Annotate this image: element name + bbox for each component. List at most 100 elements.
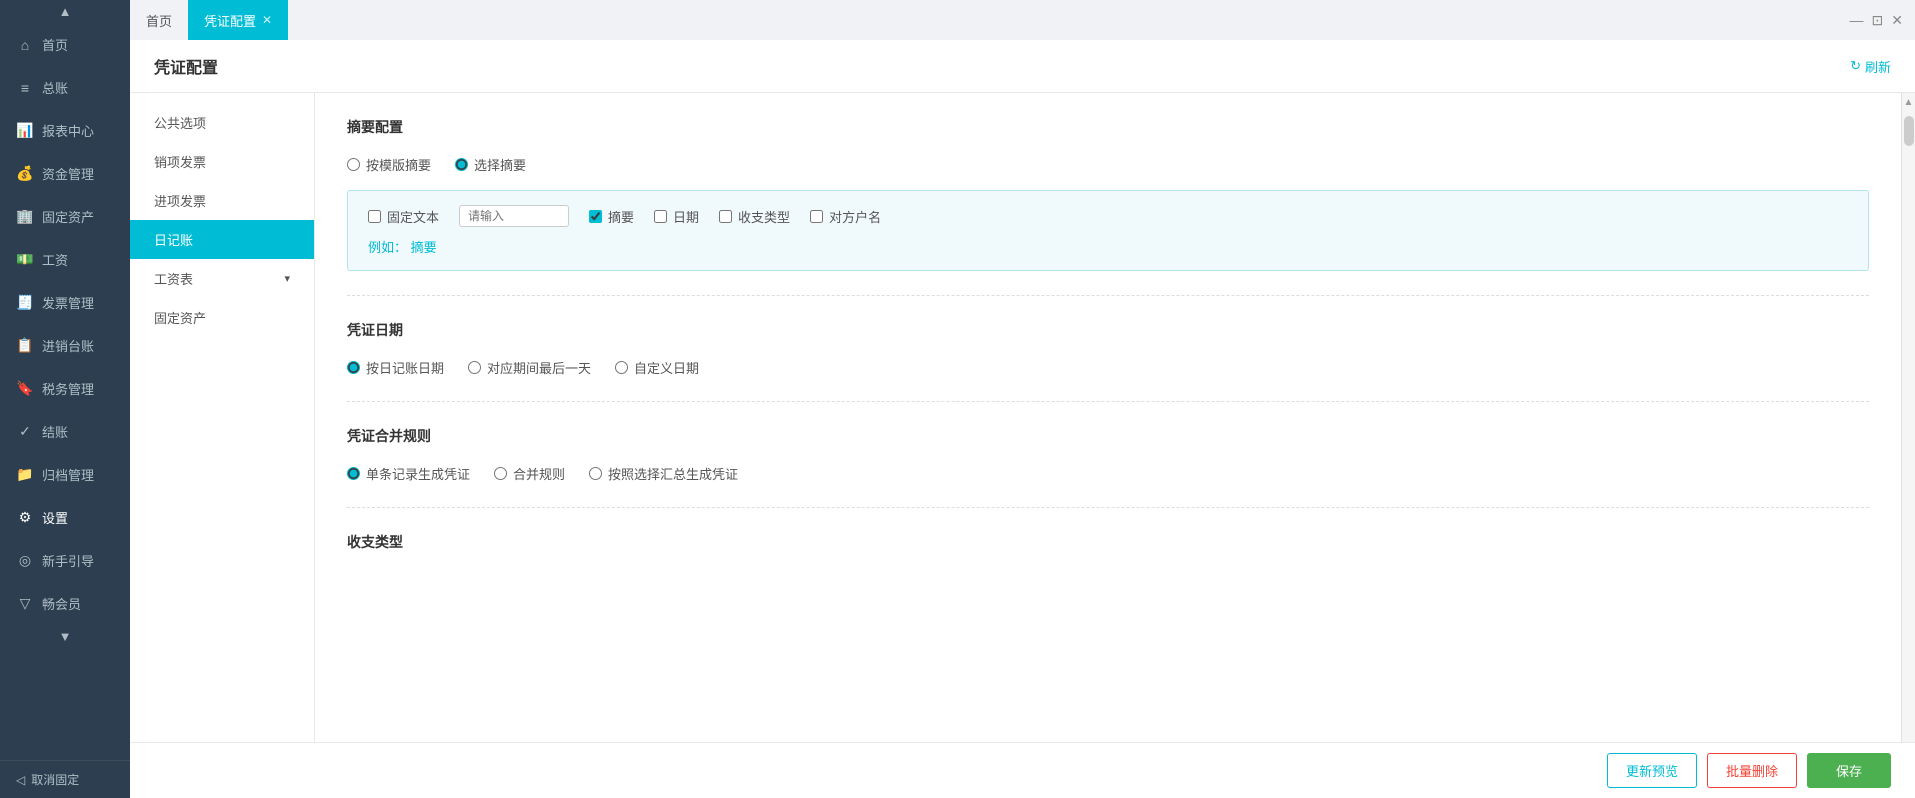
custom-date-radio[interactable] bbox=[615, 361, 628, 374]
merge-rules-radio[interactable] bbox=[494, 467, 507, 480]
sidebar-item-assets[interactable]: 🏢 固定资产 bbox=[0, 195, 130, 238]
sidebar-item-label: 畅会员 bbox=[42, 594, 81, 613]
fixed-text-input[interactable] bbox=[459, 205, 569, 227]
custom-date-option[interactable]: 自定义日期 bbox=[615, 358, 699, 377]
sidebar-unpin[interactable]: ◁ 取消固定 bbox=[0, 760, 130, 798]
save-button[interactable]: 保存 bbox=[1807, 753, 1891, 788]
counterparty-option[interactable]: 对方户名 bbox=[810, 207, 881, 226]
merge-rules-option[interactable]: 合并规则 bbox=[494, 464, 565, 483]
section-divider-3 bbox=[347, 507, 1869, 508]
left-nav-public[interactable]: 公共选项 bbox=[130, 103, 314, 142]
member-icon: ▽ bbox=[16, 595, 34, 612]
abstract-radio-select[interactable]: 选择摘要 bbox=[455, 155, 526, 174]
fixed-text-checkbox[interactable] bbox=[368, 210, 381, 223]
maximize-button[interactable]: ⊡ bbox=[1872, 12, 1884, 29]
counterparty-checkbox[interactable] bbox=[810, 210, 823, 223]
scroll-thumb[interactable] bbox=[1904, 116, 1914, 146]
date-option[interactable]: 日期 bbox=[654, 207, 699, 226]
page-title: 凭证配置 bbox=[154, 54, 218, 78]
sidebar-scroll-down[interactable]: ▼ bbox=[0, 625, 130, 648]
income-type-checkbox[interactable] bbox=[719, 210, 732, 223]
sidebar: ▲ ⌂ 首页 ≡ 总账 📊 报表中心 💰 资金管理 🏢 固定资产 💵 工资 🧾 … bbox=[0, 0, 130, 798]
close-button[interactable]: ✕ bbox=[1891, 12, 1903, 29]
tab-close-icon[interactable]: ✕ bbox=[262, 13, 272, 27]
guide-icon: ◎ bbox=[16, 552, 34, 569]
tab-home[interactable]: 首页 bbox=[130, 0, 188, 40]
sidebar-item-member[interactable]: ▽ 畅会员 bbox=[0, 582, 130, 625]
sidebar-item-label: 新手引导 bbox=[42, 551, 94, 570]
income-type-option[interactable]: 收支类型 bbox=[719, 207, 790, 226]
sidebar-item-invoice[interactable]: 🧾 发票管理 bbox=[0, 281, 130, 324]
abstract-select-radio[interactable] bbox=[455, 158, 468, 171]
select-summary-option[interactable]: 按照选择汇总生成凭证 bbox=[589, 464, 738, 483]
date-checkbox[interactable] bbox=[654, 210, 667, 223]
sidebar-item-label: 固定资产 bbox=[42, 207, 94, 226]
tab-bar: 首页 凭证配置 ✕ — ⊡ ✕ bbox=[130, 0, 1915, 40]
last-day-label: 对应期间最后一天 bbox=[487, 358, 591, 377]
tab-voucher-config[interactable]: 凭证配置 ✕ bbox=[188, 0, 288, 40]
abstract-radio-template[interactable]: 按模版摘要 bbox=[347, 155, 431, 174]
scroll-up-arrow[interactable]: ▲ bbox=[1904, 93, 1914, 112]
abstract-radio-group: 按模版摘要 选择摘要 bbox=[347, 155, 1869, 174]
left-nav-journal-label: 日记账 bbox=[154, 230, 193, 249]
reports-icon: 📊 bbox=[16, 122, 34, 139]
scroll-track: ▲ bbox=[1901, 93, 1915, 742]
sidebar-item-home[interactable]: ⌂ 首页 bbox=[0, 23, 130, 66]
sidebar-item-archive[interactable]: 📁 归档管理 bbox=[0, 453, 130, 496]
left-nav-purchase-invoice[interactable]: 进项发票 bbox=[130, 181, 314, 220]
sidebar-item-settings[interactable]: ⚙ 设置 bbox=[0, 496, 130, 539]
sidebar-item-settle[interactable]: ✓ 结账 bbox=[0, 410, 130, 453]
main-area: 首页 凭证配置 ✕ — ⊡ ✕ 凭证配置 ↻ 刷新 公共选项 销项发票 bbox=[130, 0, 1915, 798]
left-nav-payroll-table[interactable]: 工资表 ▾ bbox=[130, 259, 314, 298]
sidebar-item-sales[interactable]: 📋 进销台账 bbox=[0, 324, 130, 367]
sidebar-bottom-label: 取消固定 bbox=[31, 771, 79, 788]
tab-voucher-config-label: 凭证配置 bbox=[204, 11, 256, 30]
abstract-checkbox[interactable] bbox=[589, 210, 602, 223]
by-journal-date-radio[interactable] bbox=[347, 361, 360, 374]
abstract-section: 摘要配置 按模版摘要 选择摘要 固定文本 bbox=[347, 117, 1869, 271]
sidebar-item-funds[interactable]: 💰 资金管理 bbox=[0, 152, 130, 195]
date-label: 日期 bbox=[673, 207, 699, 226]
income-type-section: 收支类型 bbox=[347, 532, 1869, 552]
left-nav-journal[interactable]: 日记账 bbox=[130, 220, 314, 259]
left-nav: 公共选项 销项发票 进项发票 日记账 工资表 ▾ 固定资产 bbox=[130, 93, 315, 742]
single-record-option[interactable]: 单条记录生成凭证 bbox=[347, 464, 470, 483]
single-record-radio[interactable] bbox=[347, 467, 360, 480]
sidebar-item-tax[interactable]: 🔖 税务管理 bbox=[0, 367, 130, 410]
sidebar-item-label: 首页 bbox=[42, 35, 68, 54]
right-content: 摘要配置 按模版摘要 选择摘要 固定文本 bbox=[315, 93, 1901, 742]
archive-icon: 📁 bbox=[16, 466, 34, 483]
minimize-button[interactable]: — bbox=[1850, 12, 1864, 29]
batch-delete-button[interactable]: 批量删除 bbox=[1707, 753, 1797, 788]
refresh-icon: ↻ bbox=[1850, 58, 1861, 74]
last-day-option[interactable]: 对应期间最后一天 bbox=[468, 358, 591, 377]
sidebar-item-label: 资金管理 bbox=[42, 164, 94, 183]
refresh-button[interactable]: ↻ 刷新 bbox=[1850, 57, 1891, 76]
sidebar-item-payroll[interactable]: 💵 工资 bbox=[0, 238, 130, 281]
last-day-radio[interactable] bbox=[468, 361, 481, 374]
sidebar-item-guide[interactable]: ◎ 新手引导 bbox=[0, 539, 130, 582]
sidebar-item-reports[interactable]: 📊 报表中心 bbox=[0, 109, 130, 152]
sidebar-item-label: 设置 bbox=[42, 508, 68, 527]
abstract-template-radio[interactable] bbox=[347, 158, 360, 171]
payroll-icon: 💵 bbox=[16, 251, 34, 268]
abstract-example-text: 例如： 摘要 bbox=[368, 240, 437, 255]
abstract-option[interactable]: 摘要 bbox=[589, 207, 634, 226]
section-divider-1 bbox=[347, 295, 1869, 296]
home-icon: ⌂ bbox=[16, 37, 34, 53]
sidebar-item-ledger[interactable]: ≡ 总账 bbox=[0, 66, 130, 109]
abstract-section-title: 摘要配置 bbox=[347, 117, 1869, 137]
update-preview-button[interactable]: 更新预览 bbox=[1607, 753, 1697, 788]
left-nav-sales-invoice[interactable]: 销项发票 bbox=[130, 142, 314, 181]
settle-icon: ✓ bbox=[16, 423, 34, 440]
refresh-label: 刷新 bbox=[1865, 57, 1891, 76]
by-journal-date-option[interactable]: 按日记账日期 bbox=[347, 358, 444, 377]
select-summary-radio[interactable] bbox=[589, 467, 602, 480]
settings-icon: ⚙ bbox=[16, 509, 34, 526]
left-nav-fixed-assets[interactable]: 固定资产 bbox=[130, 298, 314, 337]
ledger-icon: ≡ bbox=[16, 80, 34, 96]
fixed-text-option[interactable]: 固定文本 bbox=[368, 207, 439, 226]
merge-rules-section: 凭证合并规则 单条记录生成凭证 合并规则 按照选择汇总生成凭证 bbox=[347, 426, 1869, 483]
sidebar-scroll-up[interactable]: ▲ bbox=[0, 0, 130, 23]
page-header: 凭证配置 ↻ 刷新 bbox=[130, 40, 1915, 93]
